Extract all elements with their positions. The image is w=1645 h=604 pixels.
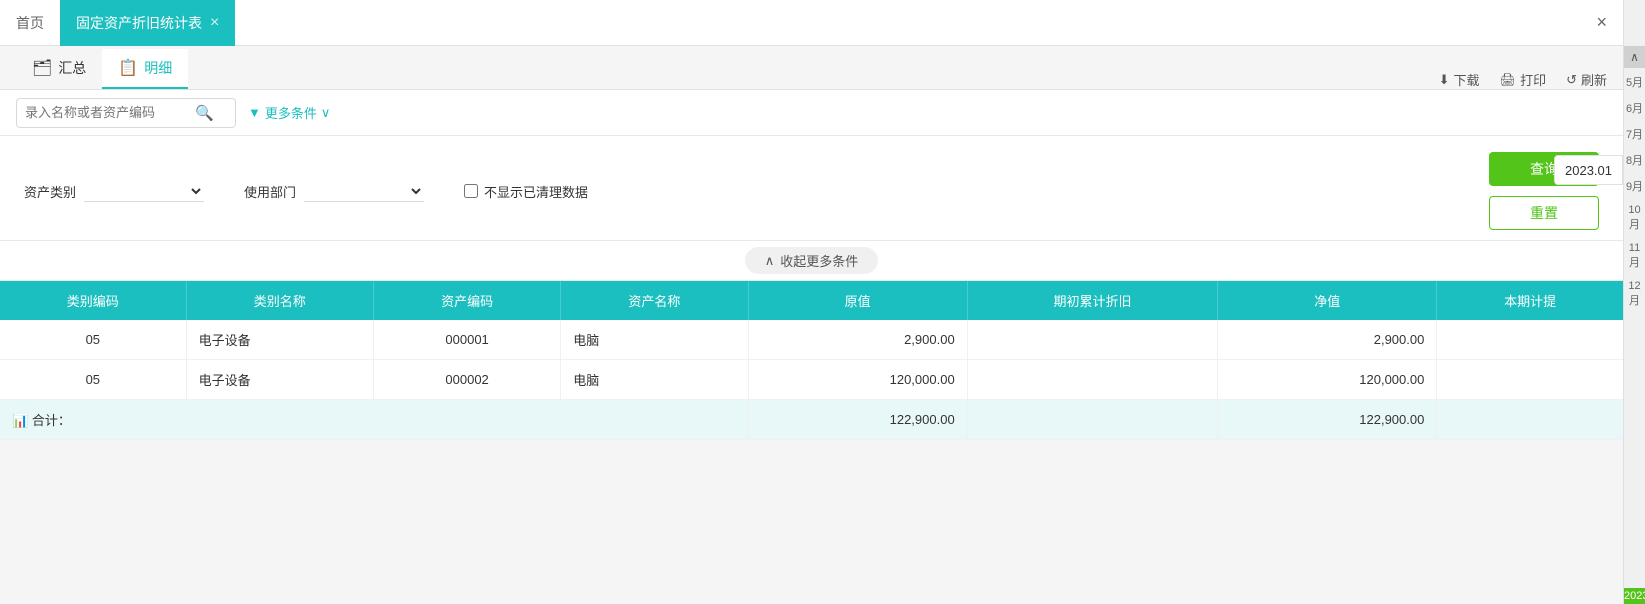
col-original-value: 原值 [748, 281, 967, 320]
col-category-name: 类别名称 [186, 281, 373, 320]
cell-current-provision [1437, 360, 1623, 400]
collapse-label: 收起更多条件 [780, 251, 858, 270]
nav-tab-label: 固定资产折旧统计表 [76, 13, 202, 33]
total-net-value: 122,900.00 [1218, 400, 1437, 440]
print-label: 打印 [1520, 70, 1546, 89]
refresh-label: 刷新 [1581, 70, 1607, 89]
right-sidebar: ∧ 5月 6月 7月 8月 9月 10月 11月 12月 2023 [1623, 0, 1645, 604]
sidebar-up-arrow[interactable]: ∧ [1624, 46, 1645, 68]
cell-asset-code: 000001 [373, 320, 560, 360]
filter-row-1: 资产类别 使用部门 不显示已清理数据 查询 重置 [24, 152, 1599, 230]
cell-category-code: 05 [0, 320, 186, 360]
total-label-cell: 📊 合计： [0, 400, 748, 440]
cell-current-provision [1437, 320, 1623, 360]
more-filter-label: 更多条件 [265, 103, 317, 122]
data-table: 类别编码 类别名称 资产编码 资产名称 原值 期初累计折旧 净值 本期计提 05… [0, 281, 1623, 440]
nav-tab-fixed-assets[interactable]: 固定资产折旧统计表 × [60, 0, 235, 46]
sidebar-month-9[interactable]: 9月 [1624, 174, 1645, 198]
col-category-code: 类别编码 [0, 281, 186, 320]
sidebar-month-5[interactable]: 5月 [1624, 70, 1645, 94]
sidebar-month-12[interactable]: 12月 [1624, 276, 1645, 312]
print-button[interactable]: 🖨 打印 [1500, 70, 1547, 89]
table-row: 05 电子设备 000001 电脑 2,900.00 2,900.00 [0, 320, 1623, 360]
detail-tab-label: 明细 [144, 58, 172, 78]
sidebar-month-8[interactable]: 8月 [1624, 148, 1645, 172]
cell-net-value: 120,000.00 [1218, 360, 1437, 400]
search-input-wrap[interactable]: 🔍 [16, 98, 236, 128]
col-asset-code: 资产编码 [373, 281, 560, 320]
col-asset-name: 资产名称 [561, 281, 748, 320]
total-label: 合计： [32, 413, 71, 428]
table-header-row: 类别编码 类别名称 资产编码 资产名称 原值 期初累计折旧 净值 本期计提 [0, 281, 1623, 320]
asset-category-label: 资产类别 [24, 182, 76, 201]
asset-category-select[interactable] [84, 180, 204, 202]
download-icon: ⬇ [1439, 72, 1450, 88]
use-department-field: 使用部门 [244, 180, 424, 202]
tab-bar: 🗂 汇总 📋 明细 ⬇ 下载 🖨 打印 ↺ 刷新 [0, 46, 1623, 90]
table-total-row: 📊 合计： 122,900.00 122,900.00 [0, 400, 1623, 440]
collapse-button[interactable]: ∧ 收起更多条件 [745, 247, 879, 274]
download-button[interactable]: ⬇ 下载 [1439, 70, 1480, 89]
cell-accumulated-depreciation [967, 320, 1218, 360]
col-accumulated-depreciation: 期初累计折旧 [967, 281, 1218, 320]
cell-asset-name: 电脑 [561, 320, 748, 360]
download-label: 下载 [1454, 70, 1480, 89]
col-net-value: 净值 [1218, 281, 1437, 320]
total-original-value: 122,900.00 [748, 400, 967, 440]
cell-asset-code: 000002 [373, 360, 560, 400]
search-input[interactable] [25, 105, 195, 120]
total-icon: 📊 [12, 413, 28, 428]
print-icon: 🖨 [1500, 72, 1517, 88]
reset-button[interactable]: 重置 [1489, 196, 1599, 230]
cell-original-value: 2,900.00 [748, 320, 967, 360]
use-department-select[interactable] [304, 180, 424, 202]
collapse-bar: ∧ 收起更多条件 [0, 241, 1623, 281]
refresh-button[interactable]: ↺ 刷新 [1566, 70, 1607, 89]
search-icon[interactable]: 🔍 [195, 104, 214, 122]
cell-category-name: 电子设备 [186, 320, 373, 360]
summary-tab-icon: 🗂 [32, 58, 52, 78]
tab-actions: ⬇ 下载 🖨 打印 ↺ 刷新 [1439, 70, 1607, 89]
total-current-provision [1437, 400, 1623, 440]
summary-tab-label: 汇总 [58, 58, 86, 78]
asset-category-field: 资产类别 [24, 180, 204, 202]
hide-cleared-label: 不显示已清理数据 [484, 182, 588, 201]
filter-icon: ▼ [248, 105, 261, 120]
collapse-icon: ∧ [765, 253, 775, 269]
advanced-filter-panel: 资产类别 使用部门 不显示已清理数据 查询 重置 [0, 136, 1623, 241]
refresh-icon: ↺ [1566, 72, 1577, 88]
more-filter-arrow: ∨ [321, 105, 331, 121]
sidebar-month-10[interactable]: 10月 [1624, 200, 1645, 236]
cell-accumulated-depreciation [967, 360, 1218, 400]
detail-tab-icon: 📋 [118, 58, 138, 78]
hide-cleared-field[interactable]: 不显示已清理数据 [464, 182, 588, 201]
total-accumulated-depreciation [967, 400, 1218, 440]
tab-summary[interactable]: 🗂 汇总 [16, 49, 102, 89]
top-nav: 首页 固定资产折旧统计表 × × [0, 0, 1623, 46]
sidebar-month-11[interactable]: 11月 [1624, 238, 1645, 274]
nav-home[interactable]: 首页 [16, 13, 60, 33]
cell-category-code: 05 [0, 360, 186, 400]
use-department-label: 使用部门 [244, 182, 296, 201]
cell-net-value: 2,900.00 [1218, 320, 1437, 360]
sidebar-month-6[interactable]: 6月 [1624, 96, 1645, 120]
nav-tab-close-icon[interactable]: × [210, 14, 219, 32]
hide-cleared-checkbox[interactable] [464, 184, 478, 198]
window-close-icon[interactable]: × [1596, 12, 1607, 33]
col-current-provision: 本期计提 [1437, 281, 1623, 320]
sidebar-year-badge: 2023 [1624, 588, 1645, 604]
cell-asset-name: 电脑 [561, 360, 748, 400]
table-row: 05 电子设备 000002 电脑 120,000.00 120,000.00 [0, 360, 1623, 400]
date-chip: 2023.01 [1554, 155, 1623, 185]
cell-category-name: 电子设备 [186, 360, 373, 400]
more-filter-button[interactable]: ▼ 更多条件 ∨ [248, 103, 330, 122]
tab-detail[interactable]: 📋 明细 [102, 49, 188, 89]
cell-original-value: 120,000.00 [748, 360, 967, 400]
table-wrap: 类别编码 类别名称 资产编码 资产名称 原值 期初累计折旧 净值 本期计提 05… [0, 281, 1623, 440]
filter-bar: 🔍 ▼ 更多条件 ∨ [0, 90, 1623, 136]
sidebar-month-7[interactable]: 7月 [1624, 122, 1645, 146]
